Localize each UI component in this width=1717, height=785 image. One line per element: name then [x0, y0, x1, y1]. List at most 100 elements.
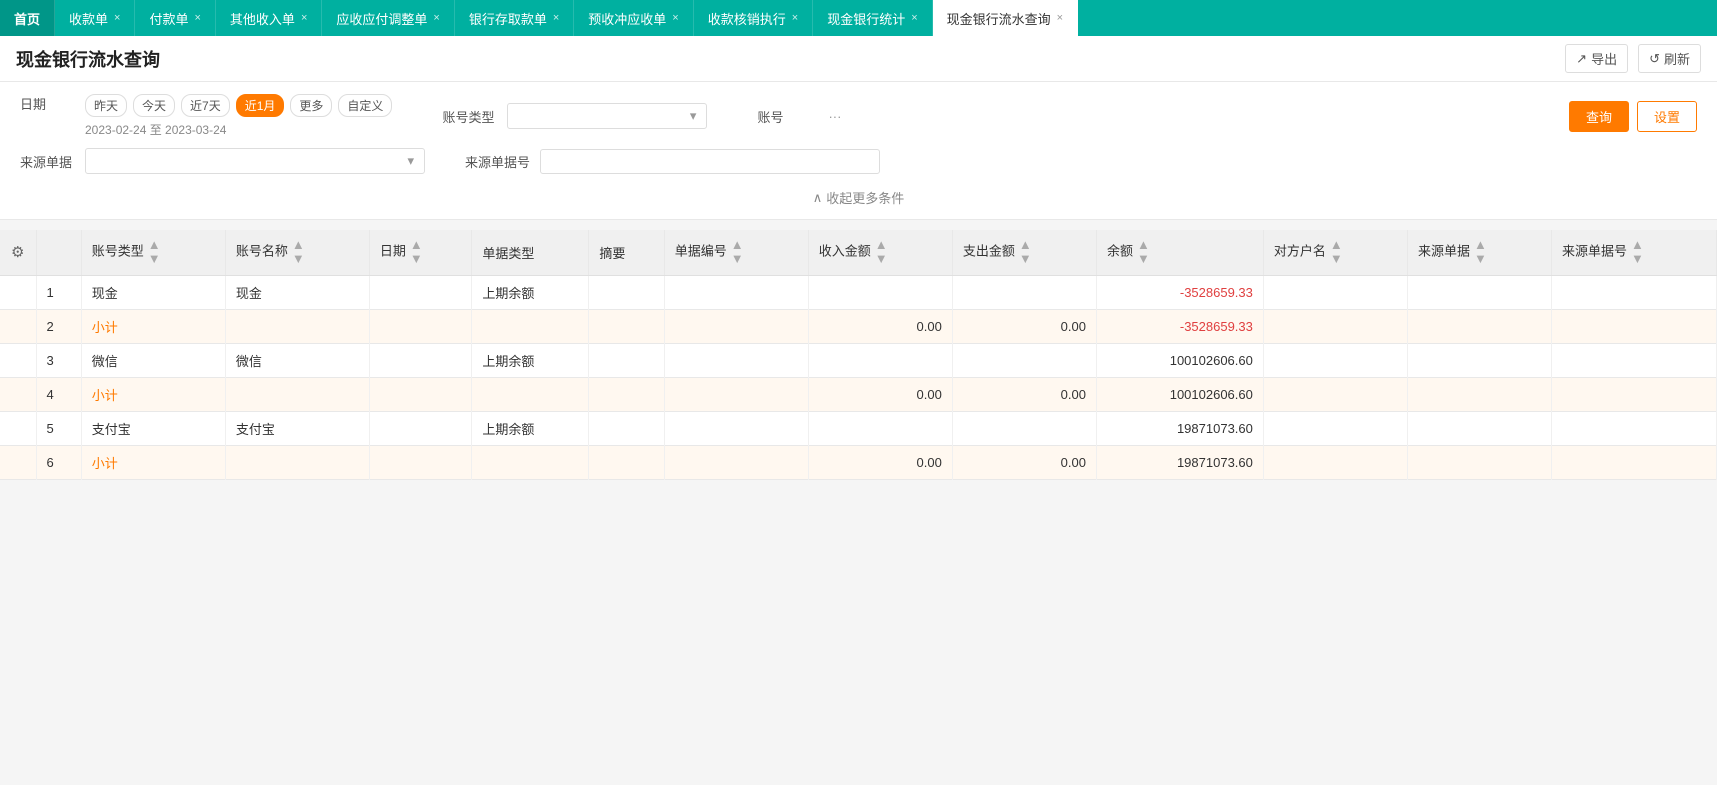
td-income: 0.00 [808, 377, 952, 411]
td-counterparty [1263, 445, 1407, 479]
nav-tab-yushoudan[interactable]: 预收冲应收单 × [574, 0, 693, 36]
nav-tab-shoukuanheiao[interactable]: 收款核销执行 × [694, 0, 813, 36]
th-date[interactable]: 日期▲▼ [369, 230, 471, 275]
table-row: 4小计0.000.00100102606.60 [0, 377, 1717, 411]
th-source-doc-no[interactable]: 来源单据号▲▼ [1552, 230, 1717, 275]
td-source-doc [1407, 445, 1551, 479]
top-navigation: 首页 收款单 × 付款单 × 其他收入单 × 应收应付调整单 × 银行存取款单 … [0, 0, 1717, 36]
td-counterparty [1263, 411, 1407, 445]
nav-close-fukudan[interactable]: × [194, 12, 200, 24]
td-summary [589, 275, 664, 309]
td-doc-no [664, 411, 808, 445]
date-btn-more[interactable]: 更多 [290, 94, 332, 117]
nav-tab-fukudan[interactable]: 付款单 × [135, 0, 215, 36]
td-income: 0.00 [808, 309, 952, 343]
date-btn-custom[interactable]: 自定义 [338, 94, 392, 117]
nav-close-tongji[interactable]: × [911, 12, 917, 24]
nav-tab-yinhangcudan[interactable]: 银行存取款单 × [455, 0, 574, 36]
table-row: 1现金现金上期余额-3528659.33 [0, 275, 1717, 309]
nav-close-liushui[interactable]: × [1057, 12, 1063, 24]
date-btn-today[interactable]: 今天 [133, 94, 175, 117]
sort-source-doc-icon: ▲▼ [1474, 238, 1487, 267]
td-checkbox [0, 275, 36, 309]
td-source-doc [1407, 411, 1551, 445]
date-btn-yesterday[interactable]: 昨天 [85, 94, 127, 117]
td-account-name: 支付宝 [225, 411, 369, 445]
td-index: 1 [36, 275, 81, 309]
td-doc-type [472, 377, 589, 411]
td-account-type: 小计 [81, 445, 225, 479]
td-index: 4 [36, 377, 81, 411]
th-income[interactable]: 收入金额▲▼ [808, 230, 952, 275]
data-table: ⚙ 账号类型▲▼ 账号名称▲▼ 日期▲▼ 单据类型 摘要 单据编号▲▼ [0, 230, 1717, 480]
td-source-doc-no [1552, 411, 1717, 445]
sort-date-icon: ▲▼ [410, 238, 423, 267]
source-doc-select[interactable]: ▾ [85, 148, 425, 174]
th-index [36, 230, 81, 275]
td-expense: 0.00 [952, 445, 1096, 479]
sort-source-doc-no-icon: ▲▼ [1631, 238, 1644, 267]
td-checkbox [0, 309, 36, 343]
th-account-type[interactable]: 账号类型▲▼ [81, 230, 225, 275]
nav-tab-yingshouyingfu[interactable]: 应收应付调整单 × [322, 0, 454, 36]
td-summary [589, 377, 664, 411]
source-doc-no-input[interactable] [540, 149, 880, 174]
nav-tab-shoudan[interactable]: 收款单 × [55, 0, 135, 36]
th-balance[interactable]: 余额▲▼ [1096, 230, 1263, 275]
export-button[interactable]: ↗ 导出 [1565, 44, 1628, 73]
td-income [808, 411, 952, 445]
column-settings-icon[interactable]: ⚙ [11, 244, 24, 261]
nav-close-yushou[interactable]: × [672, 12, 678, 24]
nav-close-yingshou[interactable]: × [433, 12, 439, 24]
td-source-doc-no [1552, 309, 1717, 343]
nav-tab-xianjintongji[interactable]: 现金银行统计 × [813, 0, 932, 36]
th-expense[interactable]: 支出金额▲▼ [952, 230, 1096, 275]
td-date [369, 309, 471, 343]
account-dots[interactable]: ··· [822, 105, 847, 128]
th-source-doc[interactable]: 来源单据▲▼ [1407, 230, 1551, 275]
sort-income-icon: ▲▼ [875, 238, 888, 267]
td-date [369, 411, 471, 445]
td-doc-no [664, 343, 808, 377]
td-doc-type [472, 445, 589, 479]
table-row: 3微信微信上期余额100102606.60 [0, 343, 1717, 377]
td-doc-type: 上期余额 [472, 275, 589, 309]
th-counterparty[interactable]: 对方户名▲▼ [1263, 230, 1407, 275]
collapse-label: 收起更多条件 [826, 188, 904, 207]
sort-expense-icon: ▲▼ [1019, 238, 1032, 267]
sort-account-name-icon: ▲▼ [292, 238, 305, 267]
nav-close-shoudan[interactable]: × [114, 12, 120, 24]
td-date [369, 343, 471, 377]
th-settings[interactable]: ⚙ [0, 230, 36, 275]
filter-row-2: 来源单据 ▾ 来源单据号 [20, 148, 1697, 174]
refresh-button[interactable]: ↺ 刷新 [1638, 44, 1701, 73]
page-header: 现金银行流水查询 ↗ 导出 ↺ 刷新 [0, 36, 1717, 82]
date-btn-1month[interactable]: 近1月 [236, 94, 285, 117]
td-doc-no [664, 309, 808, 343]
th-account-name[interactable]: 账号名称▲▼ [225, 230, 369, 275]
account-type-select[interactable]: ▾ [507, 103, 707, 129]
account-label: 账号 [757, 107, 812, 126]
query-button[interactable]: 查询 [1569, 101, 1629, 132]
td-date [369, 445, 471, 479]
td-checkbox [0, 445, 36, 479]
nav-tab-xianjinliushui[interactable]: 现金银行流水查询 × [933, 0, 1078, 36]
date-btn-7days[interactable]: 近7天 [181, 94, 230, 117]
export-label: 导出 [1591, 49, 1617, 68]
nav-close-yinhang[interactable]: × [553, 12, 559, 24]
sort-doc-no-icon: ▲▼ [731, 238, 744, 267]
nav-close-qita[interactable]: × [301, 12, 307, 24]
data-table-container: ⚙ 账号类型▲▼ 账号名称▲▼ 日期▲▼ 单据类型 摘要 单据编号▲▼ [0, 230, 1717, 480]
td-account-type: 现金 [81, 275, 225, 309]
td-date [369, 275, 471, 309]
nav-tab-qitashouruda[interactable]: 其他收入单 × [216, 0, 322, 36]
nav-close-shoukuan[interactable]: × [792, 12, 798, 24]
date-range-text: 2023-02-24 至 2023-03-24 [85, 121, 392, 138]
th-doc-no[interactable]: 单据编号▲▼ [664, 230, 808, 275]
account-type-label: 账号类型 [442, 107, 497, 126]
nav-home[interactable]: 首页 [0, 0, 55, 36]
collapse-bar[interactable]: ∧ 收起更多条件 [20, 184, 1697, 207]
settings-button[interactable]: 设置 [1637, 101, 1697, 132]
td-balance: -3528659.33 [1096, 275, 1263, 309]
td-account-name [225, 445, 369, 479]
